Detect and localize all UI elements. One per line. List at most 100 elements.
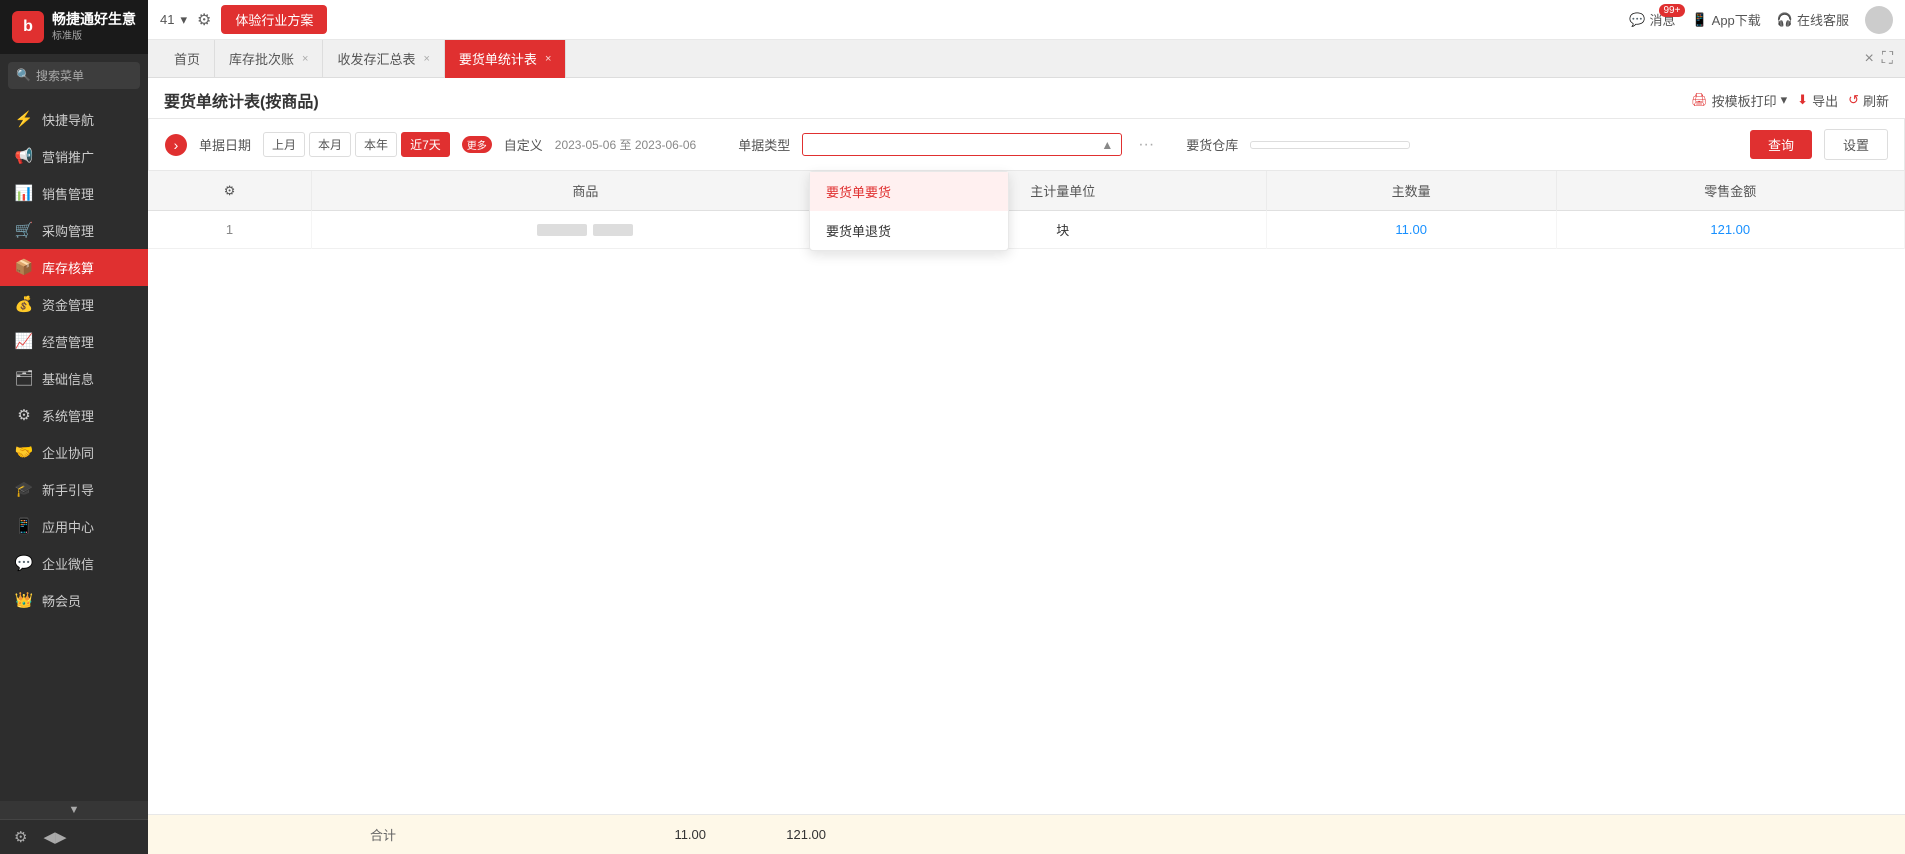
search-label: 搜索菜单 [36, 67, 84, 84]
type-select-box[interactable]: ▲ [802, 133, 1122, 156]
date-btn-1[interactable]: 本月 [309, 132, 351, 157]
tab-home[interactable]: 首页 [160, 40, 215, 78]
refresh-label: 刷新 [1863, 91, 1889, 110]
headset-icon: 🎧 [1777, 12, 1793, 28]
settings-icon[interactable]: ⚙ [14, 828, 27, 846]
logo-sub-text: 标准版 [52, 30, 136, 44]
nav-label-enterprise: 企业协同 [42, 443, 94, 462]
table-footer: 合计 11.00 121.00 [148, 814, 1905, 854]
tab-receive-summary[interactable]: 收发存汇总表× [323, 40, 444, 78]
online-service-label: 在线客服 [1797, 10, 1849, 29]
date-buttons: 上月本月本年近7天 [263, 132, 450, 157]
sidebar-item-inventory[interactable]: 📦库存核算 [0, 249, 148, 286]
refresh-icon: ↺ [1848, 92, 1859, 108]
company-num: 41 [160, 12, 174, 27]
nav-icon-marketing: 📢 [14, 147, 34, 165]
col-header-amount: 零售金额 [1556, 171, 1905, 211]
tab-label-home: 首页 [174, 49, 200, 68]
collapse-icon[interactable]: ◀▶ [43, 828, 66, 846]
user-avatar[interactable] [1865, 6, 1893, 34]
table-row: 1块11.00121.00 [148, 211, 1905, 249]
tab-order-summary[interactable]: 要货单统计表 × [445, 40, 566, 78]
nav-label-app-center: 应用中心 [42, 517, 94, 536]
dropdown-option-1[interactable]: 要货单退货 [810, 211, 1008, 250]
type-filter-label: 单据类型 [738, 135, 790, 154]
tab-label-order-summary: 要货单统计表 [459, 49, 537, 68]
logo-area: b 畅捷通好生意 标准版 [0, 0, 148, 54]
online-service-item[interactable]: 🎧 在线客服 [1777, 10, 1849, 29]
messages-badge: 99+ [1659, 4, 1686, 17]
sidebar-item-guide[interactable]: 🎓新手引导 [0, 471, 148, 508]
tabs-actions: × ⛶ [1864, 50, 1893, 68]
nav-label-finance: 资金管理 [42, 295, 94, 314]
total-label: 合计 [370, 825, 396, 844]
sidebar-item-member[interactable]: 👑畅会员 [0, 582, 148, 619]
page-header: 要货单统计表(按商品) 🖨 按模板打印 ▾ ⬇ 导出 ↺ 刷新 [148, 78, 1905, 118]
messages-item[interactable]: 💬 消息 99+ [1629, 10, 1675, 29]
company-selector[interactable]: 41 ▾ [160, 12, 187, 28]
sidebar-item-finance[interactable]: 💰资金管理 [0, 286, 148, 323]
nav-label-wechat: 企业微信 [42, 554, 94, 573]
tab-close-order-summary[interactable]: × [545, 53, 551, 65]
sidebar-item-sales[interactable]: 📊销售管理 [0, 175, 148, 212]
tab-label-batch-account: 库存批次账 [229, 49, 294, 68]
warehouse-select[interactable] [1250, 141, 1410, 149]
tab-close-batch-account[interactable]: × [302, 53, 308, 65]
total-amount: 121.00 [726, 827, 826, 842]
date-btn-0[interactable]: 上月 [263, 132, 305, 157]
expand-icon[interactable]: ⛶ [1882, 50, 1893, 68]
type-select-input[interactable] [811, 137, 1101, 152]
sidebar-item-basic-info[interactable]: 🗂基础信息 [0, 360, 148, 397]
row-amount-0[interactable]: 121.00 [1556, 211, 1905, 249]
refresh-btn[interactable]: ↺ 刷新 [1848, 91, 1889, 110]
col-header-qty: 主数量 [1266, 171, 1556, 211]
date-btn-3[interactable]: 近7天 [401, 132, 450, 157]
nav-label-quick-nav: 快捷导航 [42, 110, 94, 129]
close-all-icon[interactable]: × [1864, 50, 1873, 68]
sidebar-item-quick-nav[interactable]: ⚡ 快捷导航 [0, 101, 148, 138]
nav-label-marketing: 营销推广 [42, 147, 94, 166]
sidebar-scroll-down[interactable]: ▼ [0, 801, 148, 819]
sidebar-item-purchase[interactable]: 🛒采购管理 [0, 212, 148, 249]
nav-label-sales: 销售管理 [42, 184, 94, 203]
print-icon: 🖨 [1691, 92, 1708, 108]
sidebar-item-wechat[interactable]: 💬企业微信 [0, 545, 148, 582]
nav-label-inventory: 库存核算 [42, 258, 94, 277]
col-header-settings[interactable]: ⚙ [148, 171, 312, 211]
nav-icon-system: ⚙ [14, 406, 34, 424]
export-btn[interactable]: ⬇ 导出 [1797, 91, 1838, 110]
print-template-btn[interactable]: 🖨 按模板打印 ▾ [1691, 91, 1787, 110]
sidebar-item-enterprise[interactable]: 🤝企业协同 [0, 434, 148, 471]
filter-toggle-btn[interactable]: › [165, 134, 187, 156]
sidebar-item-operations[interactable]: 📈经营管理 [0, 323, 148, 360]
query-button[interactable]: 查询 [1750, 130, 1812, 159]
page-title: 要货单统计表(按商品) [164, 88, 319, 112]
type-select-chevron-up[interactable]: ▲ [1101, 138, 1113, 152]
sidebar-item-app-center[interactable]: 📱应用中心 [0, 508, 148, 545]
sidebar-item-marketing[interactable]: 📢 营销推广 [0, 138, 148, 175]
sidebar-search[interactable]: 🔍 搜索菜单 [8, 62, 140, 89]
nav-icon-operations: 📈 [14, 332, 34, 350]
app-download-item[interactable]: 📱 App下载 [1691, 10, 1760, 29]
trial-button[interactable]: 体验行业方案 [221, 5, 327, 34]
tab-close-receive-summary[interactable]: × [423, 53, 429, 65]
filter-more-btn[interactable]: ··· [1138, 136, 1154, 154]
nav-icon-quick-nav: ⚡ [14, 110, 34, 128]
filter-bar: › 单据日期 上月本月本年近7天 更多 自定义 2023-05-06 至 202… [148, 118, 1905, 171]
date-range: 2023-05-06 至 2023-06-06 [555, 136, 696, 153]
top-header: 41 ▾ ⚙ 体验行业方案 💬 消息 99+ 📱 App下载 🎧 在线客服 [148, 0, 1905, 40]
date-btn-2[interactable]: 本年 [355, 132, 397, 157]
row-qty-0[interactable]: 11.00 [1266, 211, 1556, 249]
more-badge[interactable]: 更多 [462, 136, 492, 153]
date-filter-label: 单据日期 [199, 135, 251, 154]
tab-batch-account[interactable]: 库存批次账 × [215, 40, 323, 78]
dropdown-arrow: ▾ [180, 12, 187, 28]
sidebar-item-system[interactable]: ⚙系统管理 [0, 397, 148, 434]
data-table: ⚙商品主计量单位主数量零售金额 1块11.00121.00 [148, 171, 1905, 249]
export-icon: ⬇ [1797, 92, 1808, 108]
settings-button[interactable]: 设置 [1824, 129, 1888, 160]
nav-label-basic-info: 基础信息 [42, 369, 94, 388]
custom-btn[interactable]: 自定义 [504, 135, 543, 154]
dropdown-option-0[interactable]: 要货单要货 [810, 172, 1008, 211]
topbar-gear-icon[interactable]: ⚙ [197, 10, 211, 30]
